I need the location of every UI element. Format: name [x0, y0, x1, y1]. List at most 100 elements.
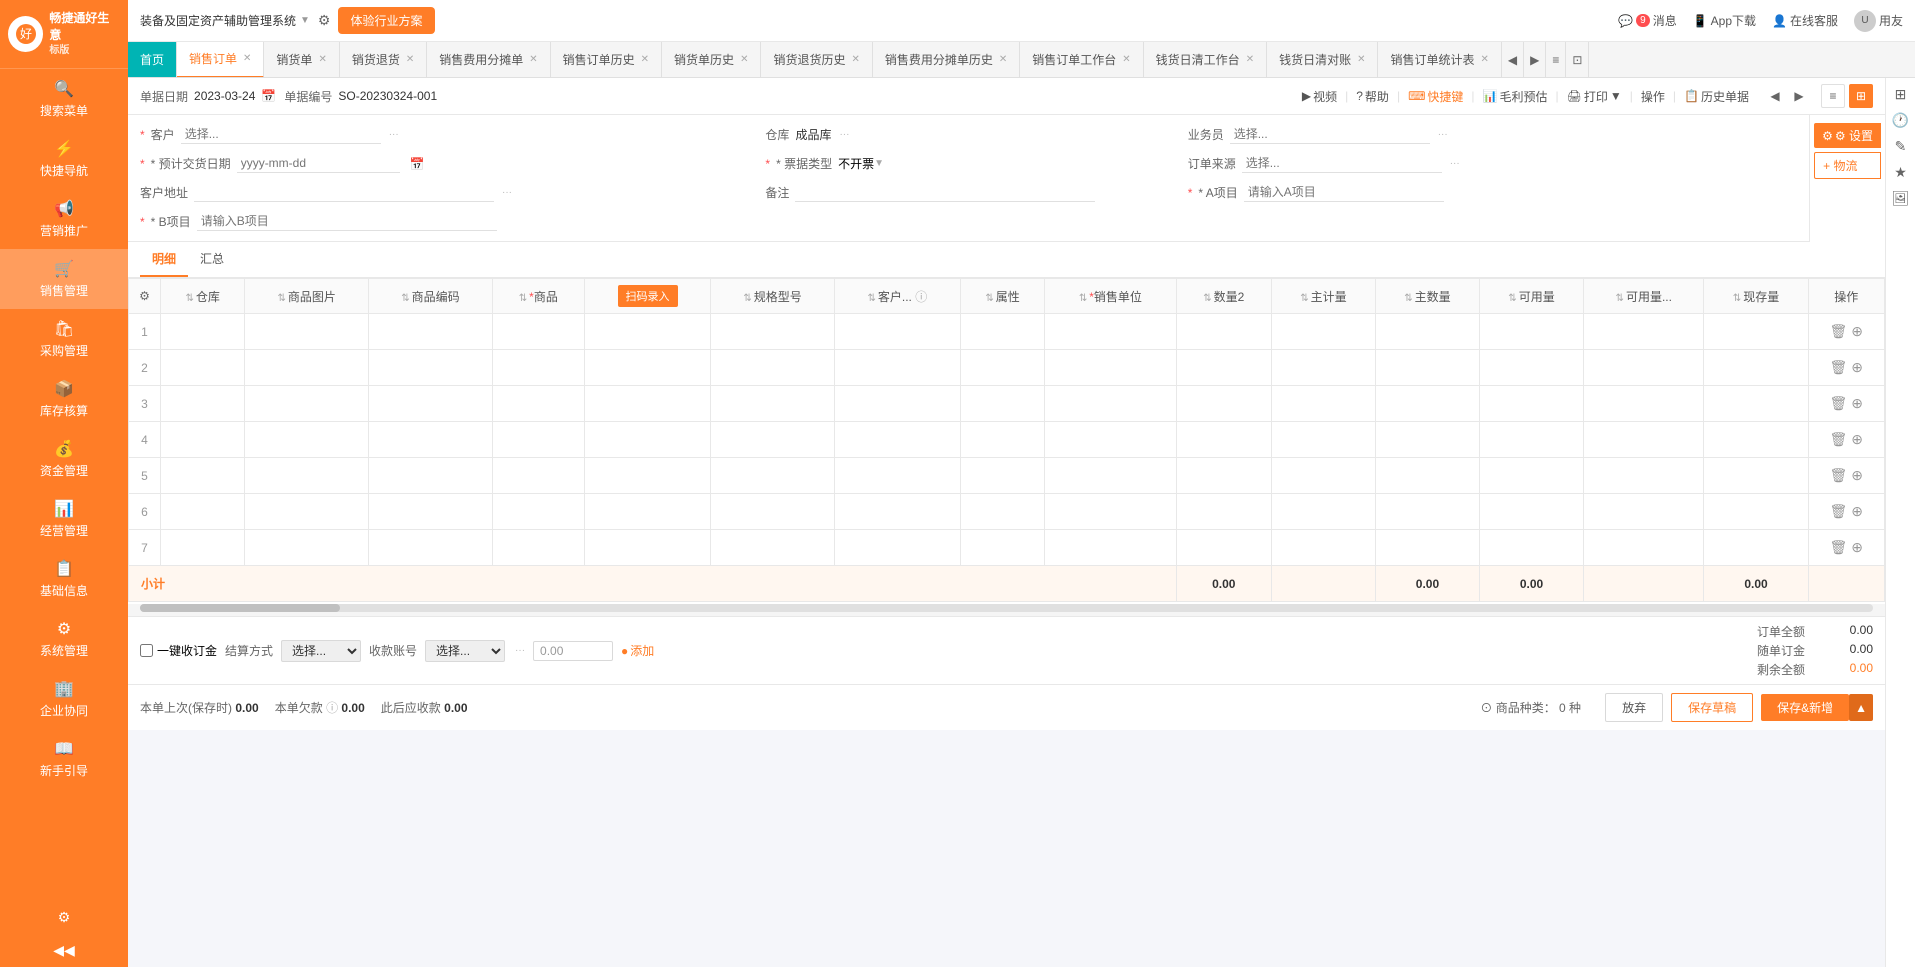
address-expand-icon[interactable]: ··· — [502, 187, 512, 198]
cell-stock[interactable] — [1704, 386, 1808, 422]
cell-main-unit[interactable] — [1271, 422, 1375, 458]
cell-available2[interactable] — [1584, 422, 1704, 458]
col-settings[interactable]: ⚙ — [129, 279, 161, 314]
cell-qty2[interactable] — [1176, 350, 1271, 386]
calendar-icon[interactable]: 📅 — [261, 89, 276, 103]
cell-product-image[interactable] — [245, 386, 369, 422]
cell-available2[interactable] — [1584, 314, 1704, 350]
delete-icon[interactable]: 🗑 — [1830, 323, 1848, 340]
sidebar-item-operation[interactable]: 📊 经营管理 — [0, 489, 128, 549]
detail-view-btn[interactable]: ⊞ — [1849, 84, 1873, 108]
right-panel-edit-icon[interactable]: ✎ — [1889, 134, 1913, 158]
operation-btn[interactable]: 操作 — [1641, 88, 1665, 105]
cell-product-code[interactable] — [369, 530, 493, 566]
sidebar-item-enterprise[interactable]: 🏢 企业协同 — [0, 669, 128, 729]
copy-icon[interactable]: ⊕ — [1851, 467, 1863, 484]
salesperson-input[interactable] — [1230, 125, 1430, 144]
save-new-button[interactable]: 保存&新增 — [1761, 694, 1849, 721]
gear-button[interactable]: ⚙ — [318, 12, 331, 29]
cell-customer-code[interactable] — [834, 458, 960, 494]
cell-stock[interactable] — [1704, 314, 1808, 350]
cell-available[interactable] — [1479, 494, 1583, 530]
copy-icon[interactable]: ⊕ — [1851, 431, 1863, 448]
tab-close-icon[interactable]: ✕ — [1246, 54, 1254, 65]
tab-return-history[interactable]: 销货退货历史 ✕ — [761, 42, 872, 78]
cell-spec[interactable] — [711, 422, 835, 458]
order-source-input[interactable] — [1242, 154, 1442, 173]
discard-button[interactable]: 放弃 — [1605, 693, 1663, 722]
cell-spec[interactable] — [711, 494, 835, 530]
cell-warehouse[interactable] — [161, 458, 245, 494]
cell-stock[interactable] — [1704, 530, 1808, 566]
profit-btn[interactable]: 📊 毛利预估 — [1483, 88, 1548, 105]
cell-spec[interactable] — [711, 350, 835, 386]
cell-qty2[interactable] — [1176, 422, 1271, 458]
copy-icon[interactable]: ⊕ — [1851, 395, 1863, 412]
sidebar-item-quicknav[interactable]: ⚡ 快捷导航 — [0, 129, 128, 189]
tab-close-icon[interactable]: ✕ — [318, 54, 326, 65]
right-panel-clock-icon[interactable]: 🕐 — [1889, 108, 1913, 132]
cell-main-qty[interactable] — [1375, 350, 1479, 386]
cell-sales-unit[interactable] — [1045, 458, 1176, 494]
cell-sales-unit[interactable] — [1045, 314, 1176, 350]
amount-input[interactable] — [533, 641, 613, 661]
cell-product-image[interactable] — [245, 494, 369, 530]
cell-product-image[interactable] — [245, 314, 369, 350]
cell-available[interactable] — [1479, 314, 1583, 350]
cell-qty2[interactable] — [1176, 386, 1271, 422]
cell-spec[interactable] — [711, 530, 835, 566]
tab-sales-invoice[interactable]: 销货单 ✕ — [264, 42, 339, 78]
right-panel-image-icon[interactable]: 🖼 — [1889, 186, 1913, 210]
cell-available[interactable] — [1479, 422, 1583, 458]
horizontal-scrollbar[interactable] — [128, 604, 1885, 616]
cell-attribute[interactable] — [960, 314, 1044, 350]
cell-attribute[interactable] — [960, 530, 1044, 566]
cell-stock[interactable] — [1704, 494, 1808, 530]
settlement-select[interactable]: 选择... — [281, 640, 361, 662]
b-project-input[interactable] — [197, 212, 497, 231]
save-new-arrow-btn[interactable]: ▲ — [1849, 694, 1873, 721]
cell-main-qty[interactable] — [1375, 314, 1479, 350]
calendar-icon[interactable]: 📅 — [410, 157, 425, 171]
delete-icon[interactable]: 🗑 — [1830, 503, 1848, 520]
tab-sales-return[interactable]: 销货退货 ✕ — [340, 42, 427, 78]
delete-icon[interactable]: 🗑 — [1830, 359, 1848, 376]
sidebar-item-basic[interactable]: 📋 基础信息 — [0, 549, 128, 609]
tab-sales-order-history[interactable]: 销售订单历史 ✕ — [551, 42, 662, 78]
delete-icon[interactable]: 🗑 — [1830, 431, 1848, 448]
tab-close-icon[interactable]: ✕ — [999, 54, 1007, 65]
tab-next-btn[interactable]: ▶ — [1524, 42, 1546, 78]
cell-customer-code[interactable] — [834, 530, 960, 566]
delete-icon[interactable]: 🗑 — [1830, 467, 1848, 484]
tab-fee-history[interactable]: 销售费用分摊单历史 ✕ — [873, 42, 1020, 78]
solution-button[interactable]: 体验行业方案 — [338, 7, 434, 34]
col-settings-icon[interactable]: ⚙ — [139, 289, 150, 303]
tab-close-icon[interactable]: ✕ — [851, 54, 859, 65]
cell-customer-code[interactable] — [834, 422, 960, 458]
tab-close-icon[interactable]: ✕ — [1481, 54, 1489, 65]
tab-close-icon[interactable]: ✕ — [243, 53, 251, 64]
copy-icon[interactable]: ⊕ — [1851, 323, 1863, 340]
cell-product-image[interactable] — [245, 350, 369, 386]
tab-expand-btn[interactable]: ⊡ — [1566, 42, 1589, 78]
history-btn[interactable]: 📋 历史单据 — [1684, 88, 1749, 105]
customer-input[interactable] — [181, 125, 381, 144]
sidebar-item-finance[interactable]: 💰 资金管理 — [0, 429, 128, 489]
right-panel-star-icon[interactable]: ★ — [1889, 160, 1913, 184]
cell-main-unit[interactable] — [1271, 458, 1375, 494]
tab-close-icon[interactable]: ✕ — [406, 54, 414, 65]
tab-sales-fee[interactable]: 销售费用分摊单 ✕ — [427, 42, 550, 78]
grid-view-btn[interactable]: ≡ — [1821, 84, 1845, 108]
cell-product[interactable] — [492, 350, 584, 386]
col-scan[interactable]: 扫码录入 — [584, 279, 710, 314]
one-click-checkbox[interactable] — [140, 644, 153, 657]
cell-product-code[interactable] — [369, 386, 493, 422]
cell-product-code[interactable] — [369, 422, 493, 458]
tab-sales-order[interactable]: 销售订单 ✕ — [177, 42, 264, 78]
cell-available[interactable] — [1479, 458, 1583, 494]
cell-spec[interactable] — [711, 386, 835, 422]
cell-sales-unit[interactable] — [1045, 386, 1176, 422]
cell-spec[interactable] — [711, 314, 835, 350]
cell-warehouse[interactable] — [161, 494, 245, 530]
cell-attribute[interactable] — [960, 350, 1044, 386]
